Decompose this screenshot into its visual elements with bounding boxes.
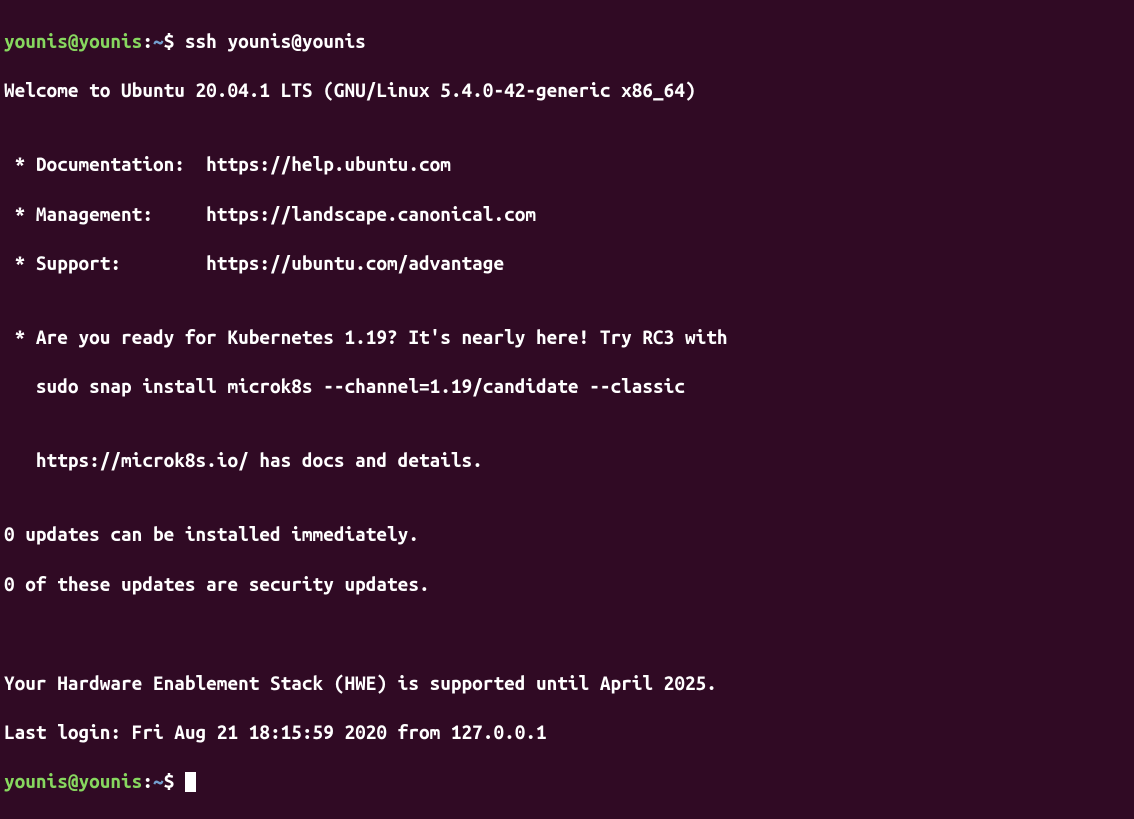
prompt-user: younis [4, 770, 68, 792]
prompt-dollar: $ [164, 30, 185, 52]
k8s-line-3: https://microk8s.io/ has docs and detail… [4, 448, 1130, 473]
updates-line-2: 0 of these updates are security updates. [4, 572, 1130, 597]
prompt-line-2[interactable]: younis@younis:~$ [4, 769, 1130, 794]
prompt-at: @ [68, 770, 79, 792]
cursor-icon [185, 772, 196, 792]
prompt-colon: : [142, 770, 153, 792]
lastlogin-line: Last login: Fri Aug 21 18:15:59 2020 fro… [4, 720, 1130, 745]
welcome-line: Welcome to Ubuntu 20.04.1 LTS (GNU/Linux… [4, 78, 1130, 103]
management-line: * Management: https://landscape.canonica… [4, 202, 1130, 227]
prompt-host: younis [78, 770, 142, 792]
prompt-dollar: $ [164, 770, 185, 792]
support-line: * Support: https://ubuntu.com/advantage [4, 251, 1130, 276]
prompt-path: ~ [153, 30, 164, 52]
hwe-line: Your Hardware Enablement Stack (HWE) is … [4, 671, 1130, 696]
updates-line-1: 0 updates can be installed immediately. [4, 522, 1130, 547]
prompt-path: ~ [153, 770, 164, 792]
k8s-line-2: sudo snap install microk8s --channel=1.1… [4, 374, 1130, 399]
documentation-line: * Documentation: https://help.ubuntu.com [4, 152, 1130, 177]
ssh-command: ssh younis@younis [185, 30, 366, 52]
prompt-line-1: younis@younis:~$ ssh younis@younis [4, 29, 1130, 54]
prompt-host: younis [78, 30, 142, 52]
k8s-line-1: * Are you ready for Kubernetes 1.19? It'… [4, 325, 1130, 350]
prompt-at: @ [68, 30, 79, 52]
prompt-colon: : [142, 30, 153, 52]
prompt-user: younis [4, 30, 68, 52]
terminal[interactable]: younis@younis:~$ ssh younis@younis Welco… [4, 4, 1130, 819]
